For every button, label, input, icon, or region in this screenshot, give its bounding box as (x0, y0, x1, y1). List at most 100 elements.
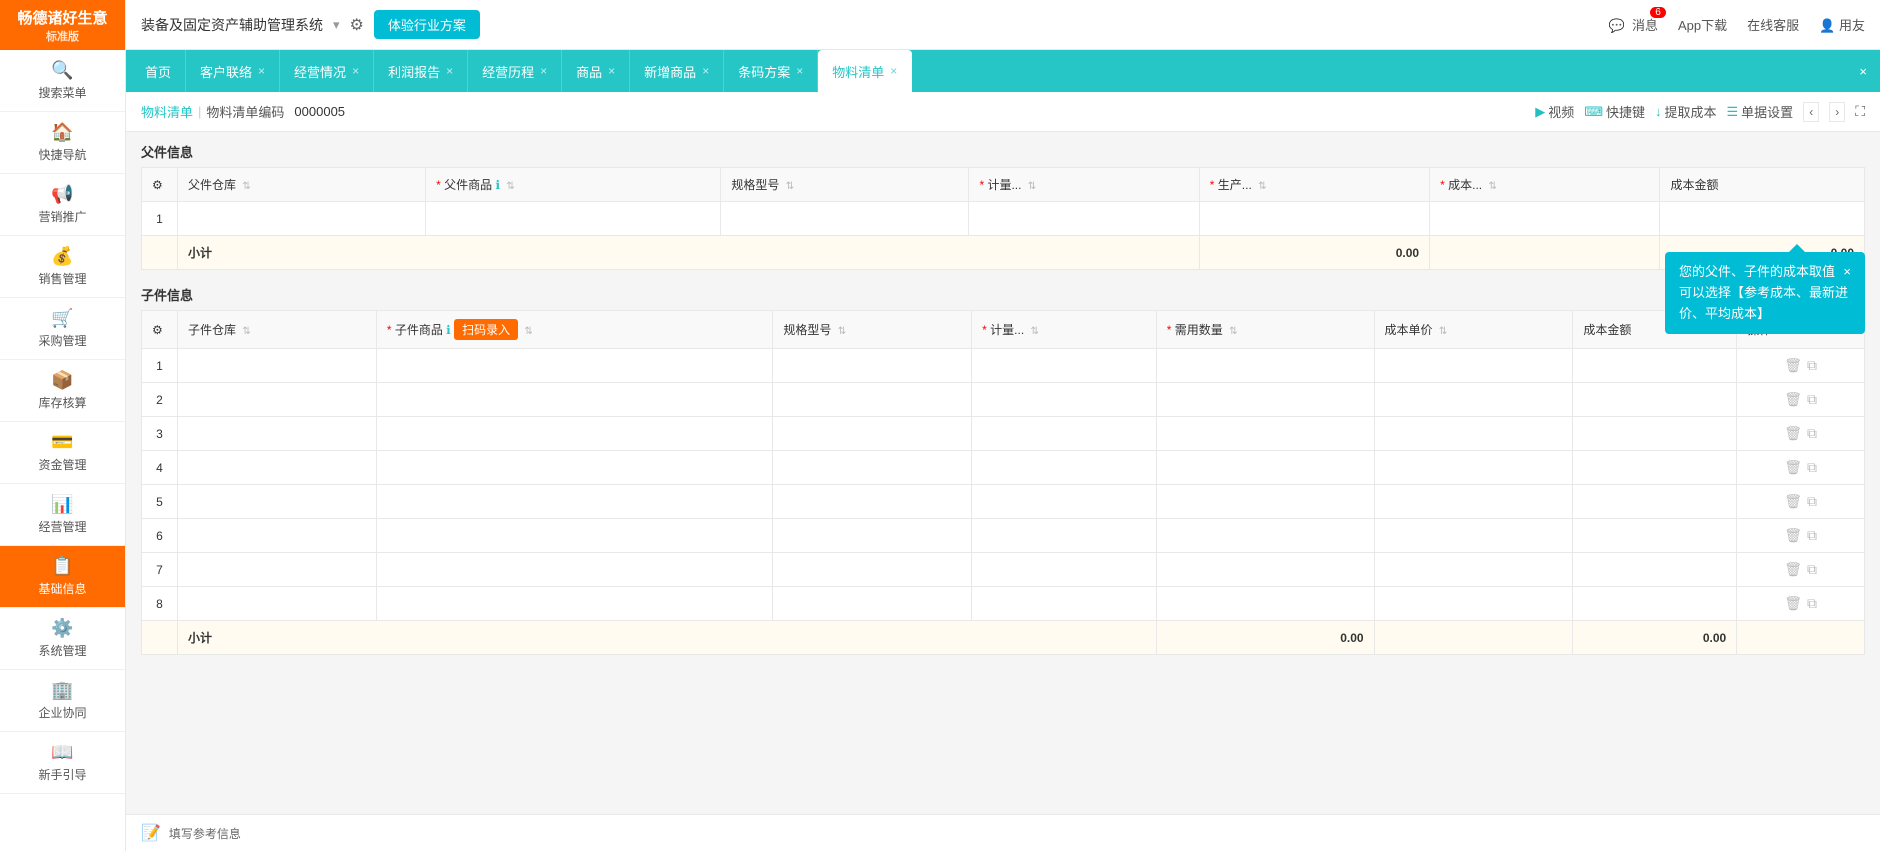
copy-icon[interactable]: ⧉ (1807, 391, 1817, 408)
delete-icon[interactable]: 🗑 (1784, 595, 1802, 612)
sidebar-item-system[interactable]: ⚙️ 系统管理 (0, 608, 125, 670)
child-required-qty-cell[interactable] (1156, 451, 1374, 485)
parent-spec-cell[interactable] (721, 202, 969, 236)
sidebar-item-enterprise[interactable]: 🏢 企业协同 (0, 670, 125, 732)
parent-warehouse-cell[interactable] (178, 202, 426, 236)
child-spec-cell[interactable] (773, 519, 972, 553)
child-cost-price-cell[interactable] (1374, 485, 1573, 519)
video-btn[interactable]: ▶ 视频 (1535, 102, 1574, 121)
child-qty-unit-cell[interactable] (972, 417, 1157, 451)
child-warehouse-cell[interactable] (178, 587, 377, 621)
tab-new-product[interactable]: 新增商品 × (630, 50, 724, 92)
child-product-cell[interactable] (376, 553, 773, 587)
message-badge-wrap[interactable]: 💬 6 消息 (1609, 15, 1658, 34)
child-warehouse-cell[interactable] (178, 383, 377, 417)
parent-product-cell[interactable] (426, 202, 721, 236)
child-product-cell[interactable] (376, 519, 773, 553)
app-download-link[interactable]: App下载 (1678, 15, 1727, 34)
close-icon[interactable]: × (890, 64, 897, 78)
child-qty-unit-cell[interactable] (972, 553, 1157, 587)
child-product-cell[interactable] (376, 349, 773, 383)
child-product-cell[interactable] (376, 587, 773, 621)
tooltip-close-button[interactable]: × (1843, 262, 1851, 283)
sidebar-item-basics[interactable]: 📋 基础信息 (0, 546, 125, 608)
child-cost-price-cell[interactable] (1374, 587, 1573, 621)
sort-icon[interactable]: ⇅ (786, 181, 794, 192)
child-cost-price-cell[interactable] (1374, 383, 1573, 417)
sort-icon[interactable]: ⇅ (1229, 326, 1237, 337)
child-qty-unit-cell[interactable] (972, 519, 1157, 553)
sort-icon[interactable]: ⇅ (242, 181, 250, 192)
child-spec-cell[interactable] (773, 485, 972, 519)
child-qty-unit-cell[interactable] (972, 451, 1157, 485)
child-cost-price-cell[interactable] (1374, 519, 1573, 553)
child-warehouse-cell[interactable] (178, 451, 377, 485)
sort-icon[interactable]: ⇅ (524, 326, 532, 337)
tab-bom[interactable]: 物料清单 × (818, 50, 912, 92)
parent-qty-unit-cell[interactable] (969, 202, 1199, 236)
child-product-cell[interactable] (376, 383, 773, 417)
close-icon[interactable]: × (258, 64, 265, 78)
sidebar-item-guide[interactable]: 📖 新手引导 (0, 732, 125, 794)
copy-icon[interactable]: ⧉ (1807, 527, 1817, 544)
tab-customers[interactable]: 客户联络 × (186, 50, 280, 92)
child-qty-unit-cell[interactable] (972, 349, 1157, 383)
child-warehouse-cell[interactable] (178, 553, 377, 587)
child-spec-cell[interactable] (773, 349, 972, 383)
copy-icon[interactable]: ⧉ (1807, 561, 1817, 578)
close-icon[interactable]: × (540, 64, 547, 78)
child-spec-cell[interactable] (773, 383, 972, 417)
delete-icon[interactable]: 🗑 (1784, 357, 1802, 374)
child-warehouse-cell[interactable] (178, 519, 377, 553)
child-cost-price-cell[interactable] (1374, 553, 1573, 587)
sort-icon[interactable]: ⇅ (242, 326, 250, 337)
child-spec-cell[interactable] (773, 417, 972, 451)
child-product-cell[interactable] (376, 417, 773, 451)
child-spec-cell[interactable] (773, 587, 972, 621)
close-icon[interactable]: × (796, 64, 803, 78)
prev-page-button[interactable]: ‹ (1803, 102, 1819, 122)
sidebar-item-purchase[interactable]: 🛒 采购管理 (0, 298, 125, 360)
child-cost-price-cell[interactable] (1374, 349, 1573, 383)
tab-barcode[interactable]: 条码方案 × (724, 50, 818, 92)
next-page-button[interactable]: › (1829, 102, 1845, 122)
sort-icon[interactable]: ⇅ (1439, 326, 1447, 337)
delete-icon[interactable]: 🗑 (1784, 459, 1802, 476)
tab-products[interactable]: 商品 × (562, 50, 630, 92)
close-icon[interactable]: × (446, 64, 453, 78)
copy-icon[interactable]: ⧉ (1807, 459, 1817, 476)
close-icon[interactable]: × (352, 64, 359, 78)
child-required-qty-cell[interactable] (1156, 485, 1374, 519)
copy-icon[interactable]: ⧉ (1807, 425, 1817, 442)
delete-icon[interactable]: 🗑 (1784, 425, 1802, 442)
child-required-qty-cell[interactable] (1156, 519, 1374, 553)
child-qty-unit-cell[interactable] (972, 587, 1157, 621)
tab-home[interactable]: 首页 (131, 50, 186, 92)
child-warehouse-cell[interactable] (178, 349, 377, 383)
sort-icon[interactable]: ⇅ (1258, 181, 1266, 192)
child-product-cell[interactable] (376, 485, 773, 519)
sort-icon[interactable]: ⇅ (1031, 326, 1039, 337)
child-qty-unit-cell[interactable] (972, 485, 1157, 519)
gear-icon[interactable]: ⚙ (350, 15, 364, 35)
delete-icon[interactable]: 🗑 (1784, 561, 1802, 578)
copy-icon[interactable]: ⧉ (1807, 493, 1817, 510)
child-required-qty-cell[interactable] (1156, 417, 1374, 451)
shortcut-btn[interactable]: ⌨ 快捷键 (1584, 102, 1645, 121)
delete-icon[interactable]: 🗑 (1784, 527, 1802, 544)
child-cost-price-cell[interactable] (1374, 451, 1573, 485)
sidebar-item-marketing[interactable]: 📢 营销推广 (0, 174, 125, 236)
copy-icon[interactable]: ⧉ (1807, 357, 1817, 374)
sidebar-item-sales[interactable]: 💰 销售管理 (0, 236, 125, 298)
child-required-qty-cell[interactable] (1156, 587, 1374, 621)
fullscreen-icon[interactable]: ⛶ (1855, 103, 1865, 120)
close-icon[interactable]: × (702, 64, 709, 78)
delete-icon[interactable]: 🗑 (1784, 493, 1802, 510)
close-all-tabs-button[interactable]: × (1851, 64, 1875, 79)
tab-history[interactable]: 经营历程 × (468, 50, 562, 92)
child-warehouse-cell[interactable] (178, 485, 377, 519)
sort-icon[interactable]: ⇅ (838, 326, 846, 337)
sidebar-item-operations[interactable]: 📊 经营管理 (0, 484, 125, 546)
parent-production-qty-cell[interactable] (1199, 202, 1429, 236)
tab-profit[interactable]: 利润报告 × (374, 50, 468, 92)
